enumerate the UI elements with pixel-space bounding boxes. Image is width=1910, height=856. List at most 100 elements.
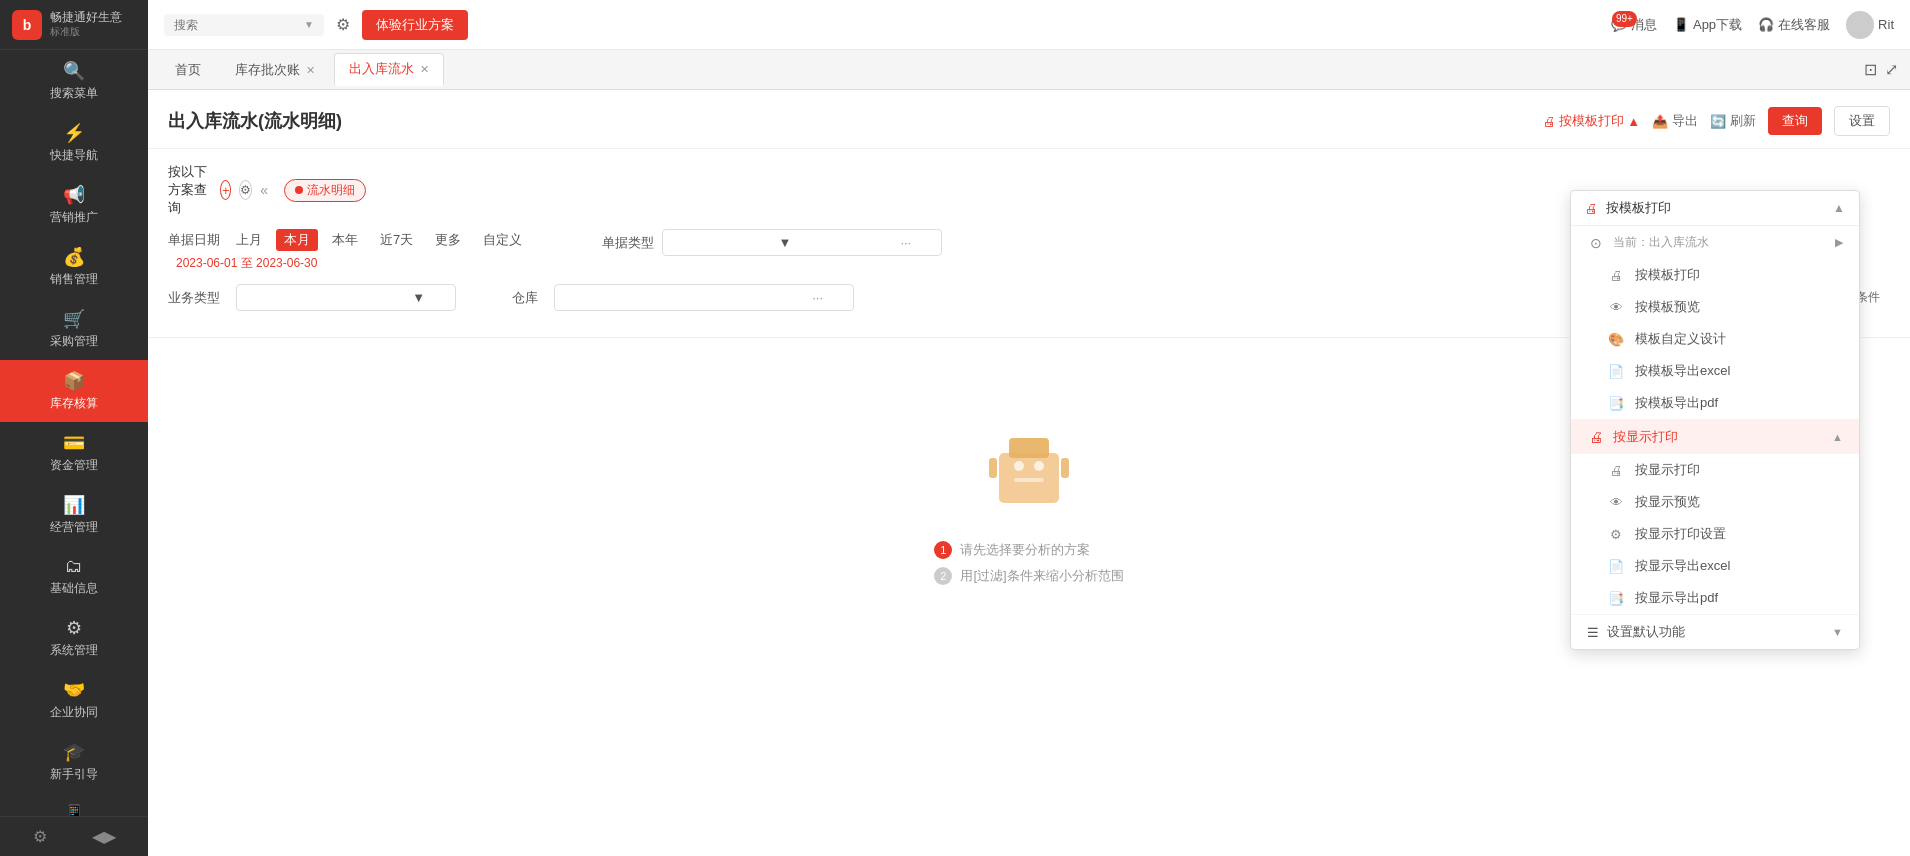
tab-batch-label: 库存批次账 <box>235 61 300 79</box>
sidebar-item-search[interactable]: 🔍 搜索菜单 <box>0 50 148 112</box>
display-preview-label: 按显示预览 <box>1635 493 1700 511</box>
dropdown-display-preview[interactable]: 👁 按显示预览 <box>1571 486 1859 518</box>
header-search-box[interactable]: ▼ <box>164 14 324 36</box>
date-chip-this-year[interactable]: 本年 <box>324 229 366 251</box>
doc-type-select[interactable]: ▼ ··· <box>662 229 942 256</box>
filter-arrow-icon[interactable]: « <box>260 182 268 198</box>
service-icon: 🎧 <box>1758 17 1774 32</box>
finance-icon: 💳 <box>63 432 85 454</box>
settings-default-label: 设置默认功能 <box>1607 623 1685 641</box>
sidebar-item-guide[interactable]: 🎓 新手引导 <box>0 731 148 793</box>
filter-add-btn[interactable]: + <box>220 180 231 200</box>
purchase-icon: 🛒 <box>63 308 85 330</box>
apps-icon: 📱 <box>63 803 85 816</box>
tab-flow-label: 出入库流水 <box>349 60 414 78</box>
dropdown-template-print[interactable]: 🖨 按模板打印 <box>1571 259 1859 291</box>
settings-default-icon: ☰ <box>1587 625 1599 640</box>
dropdown-display-print[interactable]: 🖨 按显示打印 <box>1571 454 1859 486</box>
user-avatar-btn[interactable]: Rit <box>1846 11 1894 39</box>
sidebar-item-system[interactable]: ⚙ 系统管理 <box>0 607 148 669</box>
dropdown-display-pdf[interactable]: 📑 按显示导出pdf <box>1571 582 1859 614</box>
sidebar-item-apps[interactable]: 📱 应用中心 <box>0 793 148 816</box>
header-search-input[interactable] <box>174 18 304 32</box>
biz-type-select[interactable]: ▼ <box>236 284 456 311</box>
tab-batch[interactable]: 库存批次账 ✕ <box>220 54 330 85</box>
display-chevron-up-icon: ▲ <box>1832 431 1843 443</box>
svg-point-3 <box>1034 461 1044 471</box>
dropdown-template-excel[interactable]: 📄 按模板导出excel <box>1571 355 1859 387</box>
sidebar-item-label: 经营管理 <box>50 519 98 536</box>
dropdown-header-chevron-icon[interactable]: ▲ <box>1833 201 1845 215</box>
template-print-icon: 🖨 <box>1607 268 1625 283</box>
print-icon: 🖨 <box>1543 114 1556 129</box>
sidebar-item-basic[interactable]: 🗂 基础信息 <box>0 546 148 607</box>
message-btn[interactable]: 💬 99+ 消息 <box>1611 16 1657 34</box>
step-1-num: 1 <box>934 541 952 559</box>
dropdown-display-section: 🖨 按显示打印 👁 按显示预览 ⚙ 按显示打印设置 📄 <box>1571 454 1859 615</box>
dropdown-display-settings[interactable]: ⚙ 按显示打印设置 <box>1571 518 1859 550</box>
date-chip-more[interactable]: 更多 <box>427 229 469 251</box>
service-btn[interactable]: 🎧 在线客服 <box>1758 16 1830 34</box>
doc-type-ellipsis[interactable]: ··· <box>900 235 911 250</box>
plus-icon: + <box>222 183 230 198</box>
dropdown-settings-default[interactable]: ☰ 设置默认功能 ▼ <box>1571 615 1859 649</box>
date-range: 2023-06-01 至 2023-06-30 <box>176 255 530 272</box>
template-print-label: 按模板打印 <box>1635 266 1700 284</box>
svg-rect-6 <box>1061 458 1069 478</box>
date-label: 单据日期 <box>168 231 220 249</box>
sidebar-item-corp[interactable]: 🤝 企业协同 <box>0 669 148 731</box>
header-gear-icon[interactable]: ⚙ <box>336 15 350 34</box>
date-chip-custom[interactable]: 自定义 <box>475 229 530 251</box>
sidebar-item-finance[interactable]: 💳 资金管理 <box>0 422 148 484</box>
sidebar-item-shortcut[interactable]: ⚡ 快捷导航 <box>0 112 148 174</box>
date-chip-last-month[interactable]: 上月 <box>228 229 270 251</box>
sidebar-item-label: 快捷导航 <box>50 147 98 164</box>
sidebar-item-label: 企业协同 <box>50 704 98 721</box>
sidebar-item-label: 销售管理 <box>50 271 98 288</box>
template-custom-label: 模板自定义设计 <box>1635 330 1726 348</box>
tab-flow[interactable]: 出入库流水 ✕ <box>334 53 444 86</box>
app-download-btn[interactable]: 📱 App下载 <box>1673 16 1742 34</box>
sidebar-item-sales[interactable]: 💰 销售管理 <box>0 236 148 298</box>
warehouse-select[interactable]: ··· <box>554 284 854 311</box>
warehouse-ellipsis[interactable]: ··· <box>812 290 823 305</box>
settings-bottom-icon[interactable]: ⚙ <box>33 827 47 846</box>
display-pdf-icon: 📑 <box>1607 591 1625 606</box>
trial-btn[interactable]: 体验行业方案 <box>362 10 468 40</box>
tab-fullscreen-btn[interactable]: ⤢ <box>1885 60 1898 79</box>
sidebar-item-operation[interactable]: 📊 经营管理 <box>0 484 148 546</box>
dropdown-template-pdf[interactable]: 📑 按模板导出pdf <box>1571 387 1859 419</box>
filter-tag[interactable]: 流水明细 <box>284 179 366 202</box>
collapse-sidebar-icon[interactable]: ◀▶ <box>92 827 116 846</box>
sidebar-item-inventory[interactable]: 📦 库存核算 <box>0 360 148 422</box>
date-chip-last7[interactable]: 近7天 <box>372 229 421 251</box>
step-2-num: 2 <box>934 567 952 585</box>
dropdown-current-label: 当前：出入库流水 <box>1613 234 1709 251</box>
refresh-label: 刷新 <box>1730 112 1756 130</box>
refresh-btn[interactable]: 🔄 刷新 <box>1710 112 1756 130</box>
filter-label-left: 按以下方案查询 + ⚙ « <box>168 163 268 217</box>
query-btn[interactable]: 查询 <box>1768 107 1822 135</box>
sidebar-item-marketing[interactable]: 📢 营销推广 <box>0 174 148 236</box>
export-label: 导出 <box>1672 112 1698 130</box>
tab-flow-close[interactable]: ✕ <box>420 63 429 76</box>
app-logo: b 畅捷通好生意 标准版 <box>0 0 148 50</box>
tab-restore-btn[interactable]: ⊡ <box>1864 60 1877 79</box>
filter-gear-btn[interactable]: ⚙ <box>239 180 252 200</box>
print-btn[interactable]: 🖨 按模板打印 ▲ <box>1543 112 1640 130</box>
sidebar-item-label: 采购管理 <box>50 333 98 350</box>
sidebar-item-purchase[interactable]: 🛒 采购管理 <box>0 298 148 360</box>
tab-home[interactable]: 首页 <box>160 54 216 85</box>
svg-rect-1 <box>1009 438 1049 458</box>
tab-batch-close[interactable]: ✕ <box>306 64 315 77</box>
date-chip-this-month[interactable]: 本月 <box>276 229 318 251</box>
sidebar-item-label: 新手引导 <box>50 766 98 783</box>
dropdown-template-preview[interactable]: 👁 按模板预览 <box>1571 291 1859 323</box>
dropdown-current-item[interactable]: ⊙ 当前：出入库流水 ▶ <box>1571 226 1859 259</box>
dropdown-display-excel[interactable]: 📄 按显示导出excel <box>1571 550 1859 582</box>
dropdown-template-custom[interactable]: 🎨 模板自定义设计 <box>1571 323 1859 355</box>
template-excel-label: 按模板导出excel <box>1635 362 1730 380</box>
export-btn[interactable]: 📤 导出 <box>1652 112 1698 130</box>
settings-btn[interactable]: 设置 <box>1834 106 1890 136</box>
dropdown-display-header[interactable]: 🖨 按显示打印 ▲ <box>1571 420 1859 454</box>
